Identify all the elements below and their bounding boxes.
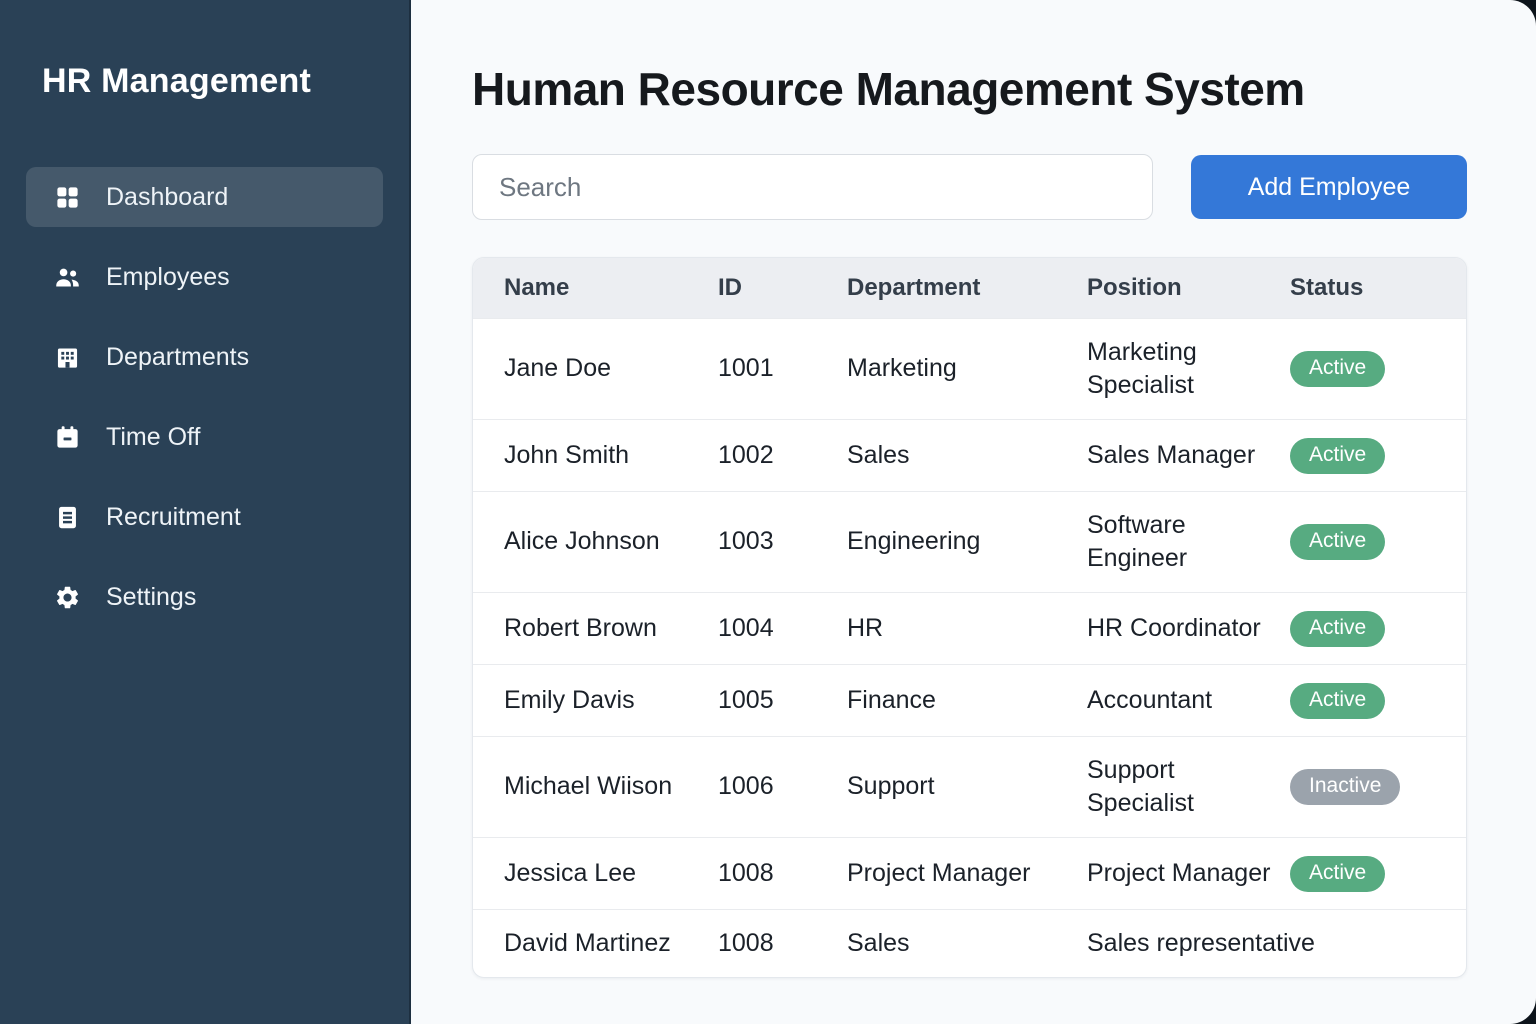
- column-header-position: Position: [1087, 258, 1290, 318]
- employee-department: Sales: [847, 908, 1087, 977]
- employee-name: David Martinez: [473, 908, 718, 977]
- table-row[interactable]: Robert Brown 1004 HR HR Coordinator Acti…: [473, 591, 1466, 664]
- employee-position: Sales Manager: [1087, 418, 1290, 491]
- employee-id: 1006: [718, 735, 847, 837]
- column-header-status: Status: [1290, 258, 1466, 318]
- table-row[interactable]: David Martinez 1008 Sales Sales represen…: [473, 908, 1466, 977]
- sidebar-item-label: Departments: [106, 342, 250, 371]
- add-employee-button[interactable]: Add Employee: [1191, 155, 1467, 219]
- employee-position: Accountant: [1087, 663, 1290, 736]
- status-badge: Active: [1290, 682, 1386, 719]
- sidebar-item-timeoff[interactable]: Time Off: [26, 407, 383, 467]
- column-header-name: Name: [473, 258, 718, 318]
- status-badge: Active: [1290, 524, 1386, 560]
- sidebar-item-departments[interactable]: Departments: [26, 327, 383, 387]
- building-icon: [54, 344, 81, 371]
- employee-name: Jane Doe: [473, 317, 718, 419]
- grid-icon: [54, 184, 81, 211]
- employee-id: 1003: [718, 490, 847, 592]
- sidebar-item-recruitment[interactable]: Recruitment: [26, 487, 383, 547]
- gear-icon: [54, 584, 81, 611]
- employee-department: HR: [847, 591, 1087, 664]
- employee-department: Project Manager: [847, 836, 1087, 909]
- employee-name: Alice Johnson: [473, 490, 718, 592]
- employee-name: Robert Brown: [473, 591, 718, 664]
- employee-id: 1008: [718, 836, 847, 909]
- employee-name: Emily Davis: [473, 663, 718, 736]
- page-title: Human Resource Management System: [472, 63, 1305, 115]
- employee-position: Project Manager: [1087, 836, 1290, 909]
- status-badge: Inactive: [1290, 769, 1401, 805]
- status-badge: Active: [1290, 855, 1386, 892]
- employee-department: Marketing: [847, 317, 1087, 419]
- sidebar-item-label: Employees: [106, 262, 230, 291]
- sidebar: HR Management Dashboard Employees Depart…: [0, 0, 411, 1024]
- status-badge: Active: [1290, 437, 1386, 474]
- employee-department: Support: [847, 735, 1087, 837]
- table-row[interactable]: Alice Johnson 1003 Engineering Software …: [473, 490, 1466, 592]
- calendar-icon: [54, 424, 81, 451]
- sidebar-item-label: Time Off: [106, 422, 201, 451]
- sidebar-item-employees[interactable]: Employees: [26, 247, 383, 307]
- employee-name: Michael Wiison: [473, 735, 718, 837]
- sidebar-item-label: Dashboard: [106, 182, 229, 211]
- employee-position: Marketing Specialist: [1087, 317, 1290, 419]
- employee-id: 1008: [718, 908, 847, 977]
- toolbar: Add Employee: [472, 154, 1467, 220]
- app-title: HR Management: [42, 62, 311, 100]
- sidebar-item-label: Settings: [106, 582, 197, 611]
- employee-department: Finance: [847, 663, 1087, 736]
- table-header: Name ID Department Position Status: [473, 258, 1466, 318]
- employee-id: 1005: [718, 663, 847, 736]
- column-header-department: Department: [847, 258, 1087, 318]
- column-header-id: ID: [718, 258, 847, 318]
- employee-position: Sales representative: [1087, 908, 1315, 977]
- status-badge: Active: [1290, 610, 1386, 647]
- status-badge: Active: [1290, 351, 1386, 387]
- employee-department: Engineering: [847, 490, 1087, 592]
- table-row[interactable]: John Smith 1002 Sales Sales Manager Acti…: [473, 418, 1466, 491]
- app-window: HR Management Dashboard Employees Depart…: [0, 0, 1536, 1024]
- document-icon: [54, 504, 81, 531]
- employees-table: Name ID Department Position Status Jane …: [473, 258, 1466, 977]
- table-row[interactable]: Michael Wiison 1006 Support Support Spec…: [473, 735, 1466, 837]
- sidebar-item-settings[interactable]: Settings: [26, 567, 383, 627]
- table-row[interactable]: Jane Doe 1001 Marketing Marketing Specia…: [473, 317, 1466, 419]
- employee-department: Sales: [847, 418, 1087, 491]
- employee-position: HR Coordinator: [1087, 591, 1290, 664]
- table-row[interactable]: Emily Davis 1005 Finance Accountant Acti…: [473, 663, 1466, 736]
- people-icon: [54, 264, 81, 291]
- employee-name: John Smith: [473, 418, 718, 491]
- employees-table-card: Name ID Department Position Status Jane …: [472, 257, 1467, 978]
- employee-id: 1001: [718, 317, 847, 419]
- main-content: Human Resource Management System Add Emp…: [411, 0, 1536, 1024]
- employee-id: 1004: [718, 591, 847, 664]
- employee-position: Software Engineer: [1087, 490, 1290, 592]
- sidebar-item-label: Recruitment: [106, 502, 241, 531]
- employee-position: Support Specialist: [1087, 735, 1290, 837]
- sidebar-nav: Dashboard Employees Departments Time Off…: [26, 167, 383, 627]
- table-row[interactable]: Jessica Lee 1008 Project Manager Project…: [473, 836, 1466, 909]
- sidebar-item-dashboard[interactable]: Dashboard: [26, 167, 383, 227]
- search-input[interactable]: [472, 154, 1153, 220]
- employee-id: 1002: [718, 418, 847, 491]
- employee-name: Jessica Lee: [473, 836, 718, 909]
